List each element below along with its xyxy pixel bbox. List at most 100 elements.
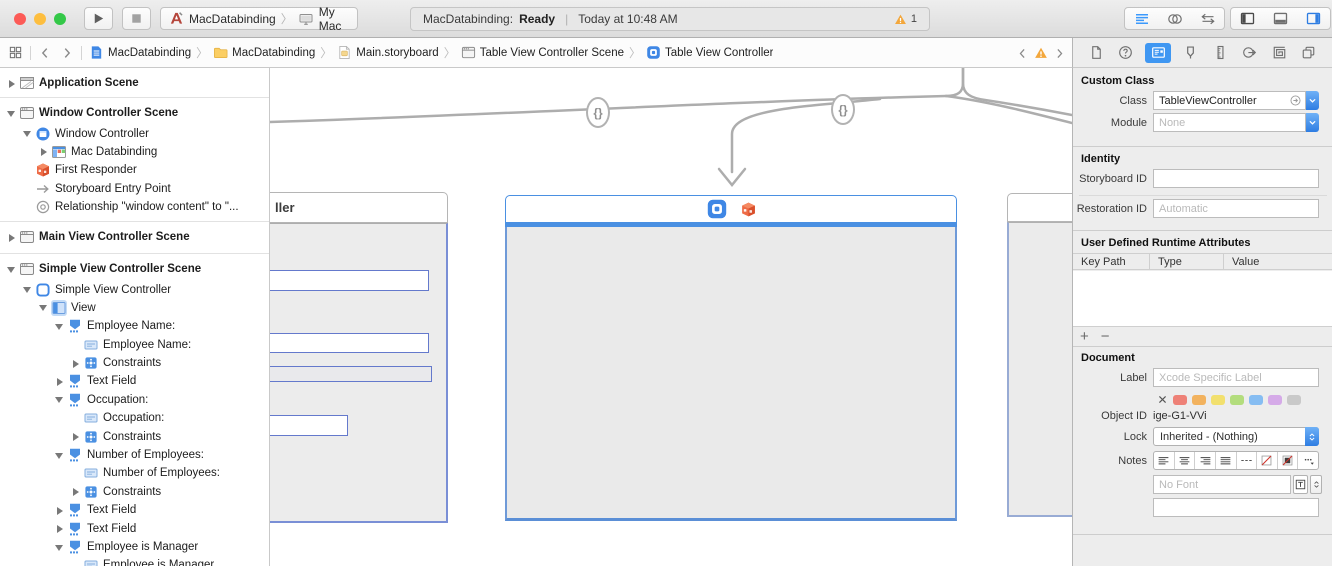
swatch-clear-icon[interactable]	[1157, 394, 1168, 405]
disclosure-triangle[interactable]	[22, 284, 33, 295]
tab-file-inspector-icon[interactable]	[1086, 43, 1106, 63]
breadcrumb-item[interactable]: Main.storyboard	[337, 45, 439, 60]
standard-editor-button[interactable]	[1125, 8, 1158, 29]
warning-icon[interactable]	[1034, 46, 1048, 60]
outline-row[interactable]: Number of Employees:	[0, 464, 269, 482]
text-field[interactable]	[270, 366, 432, 382]
remove-attribute-button[interactable]: −	[1101, 328, 1110, 345]
activity-viewer[interactable]: MacDatabinding: Ready | Today at 10:48 A…	[410, 7, 930, 31]
breadcrumb-item[interactable]: MacDatabinding	[213, 45, 315, 60]
storyboard-canvas[interactable]: {} {} ller	[270, 68, 1072, 566]
disclosure-triangle[interactable]	[54, 505, 65, 516]
notes-align-right-button[interactable]	[1194, 452, 1215, 469]
outline-row[interactable]: Constraints	[0, 354, 269, 372]
outline-row[interactable]: Window Controller	[0, 124, 269, 142]
outline-row[interactable]: View	[0, 299, 269, 317]
first-responder-icon[interactable]	[740, 201, 757, 218]
color-swatch[interactable]	[1211, 394, 1225, 405]
related-items-button[interactable]	[8, 45, 23, 60]
notes-align-justify-button[interactable]	[1214, 452, 1236, 469]
controller-view[interactable]	[505, 227, 957, 521]
disclosure-triangle[interactable]	[54, 523, 65, 534]
outline-row[interactable]: Employee is Manager	[0, 538, 269, 556]
add-attribute-button[interactable]: +	[1080, 328, 1089, 345]
scheme-selector[interactable]: MacDatabinding 〉 My Mac	[160, 5, 358, 33]
previous-issue-button[interactable]	[1016, 47, 1029, 60]
disclosure-triangle[interactable]	[54, 394, 65, 405]
class-input[interactable]	[1153, 91, 1306, 110]
tab-connections-inspector-icon[interactable]	[1240, 43, 1260, 63]
notes-dashes-button[interactable]	[1235, 452, 1257, 469]
disclosure-triangle[interactable]	[6, 108, 17, 119]
disclosure-triangle[interactable]	[38, 146, 49, 157]
toggle-inspector-button[interactable]	[1297, 8, 1330, 29]
outline-row[interactable]: First Responder	[0, 161, 269, 179]
disclosure-triangle[interactable]	[6, 264, 17, 275]
outline-row[interactable]: Simple View Controller	[0, 280, 269, 298]
font-size-stepper[interactable]	[1310, 475, 1322, 494]
tab-quick-help-icon[interactable]	[1116, 43, 1136, 63]
color-swatch[interactable]	[1268, 394, 1282, 405]
notes-align-center-button[interactable]	[1173, 452, 1195, 469]
text-field[interactable]	[270, 333, 429, 353]
notes-text-input[interactable]	[1153, 498, 1319, 517]
tab-attributes-inspector-icon[interactable]	[1181, 43, 1201, 63]
outline-row[interactable]: Occupation:	[0, 409, 269, 427]
disclosure-triangle[interactable]	[22, 128, 33, 139]
outline-row[interactable]: Employee is Manager	[0, 556, 269, 566]
outline-row[interactable]: Occupation:	[0, 391, 269, 409]
next-issue-button[interactable]	[1053, 47, 1066, 60]
outline-row[interactable]: Relationship "window content" to "...	[0, 198, 269, 216]
outline-row[interactable]: Number of Employees:	[0, 446, 269, 464]
window-zoom-button[interactable]	[54, 13, 66, 25]
disclosure-triangle[interactable]	[38, 302, 49, 313]
notes-strike-box-filled-button[interactable]	[1276, 452, 1298, 469]
controller-title-bar[interactable]: ller	[270, 192, 448, 223]
outline-row[interactable]: Window Controller Scene	[0, 97, 269, 124]
window-minimize-button[interactable]	[34, 13, 46, 25]
stop-button[interactable]	[122, 7, 151, 30]
document-label-input[interactable]	[1153, 368, 1319, 387]
color-swatch[interactable]	[1173, 394, 1187, 405]
breadcrumb-item[interactable]: MacDatabinding	[89, 45, 191, 60]
disclosure-triangle[interactable]	[54, 542, 65, 553]
text-field[interactable]	[270, 270, 429, 291]
outline-row[interactable]: Simple View Controller Scene	[0, 253, 269, 280]
disclosure-triangle[interactable]	[70, 431, 81, 442]
segue-badge[interactable]: {}	[831, 94, 855, 125]
tab-bindings-inspector-icon[interactable]	[1269, 43, 1289, 63]
color-swatch[interactable]	[1192, 394, 1206, 405]
disclosure-triangle[interactable]	[70, 486, 81, 497]
disclosure-triangle[interactable]	[54, 376, 65, 387]
version-editor-button[interactable]	[1191, 8, 1224, 29]
table-view-controller-selected[interactable]	[505, 195, 957, 521]
notes-align-left-button[interactable]	[1154, 452, 1174, 469]
tab-size-inspector-icon[interactable]	[1210, 43, 1230, 63]
outline-row[interactable]: Constraints	[0, 427, 269, 445]
disclosure-triangle[interactable]	[54, 450, 65, 461]
color-swatch[interactable]	[1287, 394, 1301, 405]
issue-counter[interactable]: 1	[894, 13, 917, 26]
toggle-navigator-button[interactable]	[1231, 8, 1264, 29]
outline-row[interactable]: Text Field	[0, 519, 269, 537]
breadcrumb-item[interactable]: Table View Controller Scene	[461, 45, 624, 60]
restoration-id-input[interactable]	[1153, 199, 1319, 218]
segue-badge[interactable]: {}	[586, 97, 610, 128]
disclosure-triangle[interactable]	[70, 358, 81, 369]
module-input[interactable]	[1153, 113, 1306, 132]
outline-row[interactable]: Employee Name:	[0, 317, 269, 335]
outline-row[interactable]: Text Field	[0, 372, 269, 390]
notes-more-button[interactable]	[1297, 452, 1318, 469]
forward-button[interactable]	[60, 46, 74, 60]
assistant-editor-button[interactable]	[1158, 8, 1191, 29]
toggle-debug-area-button[interactable]	[1264, 8, 1297, 29]
color-swatch[interactable]	[1249, 394, 1263, 405]
run-button[interactable]	[84, 7, 113, 30]
controller-title-bar[interactable]	[505, 195, 957, 223]
outline-row[interactable]: Main View Controller Scene	[0, 221, 269, 248]
module-dropdown-button[interactable]	[1306, 113, 1319, 132]
storyboard-id-input[interactable]	[1153, 169, 1319, 188]
disclosure-triangle[interactable]	[6, 232, 17, 243]
text-field[interactable]	[270, 415, 348, 436]
font-panel-button[interactable]	[1293, 475, 1308, 494]
